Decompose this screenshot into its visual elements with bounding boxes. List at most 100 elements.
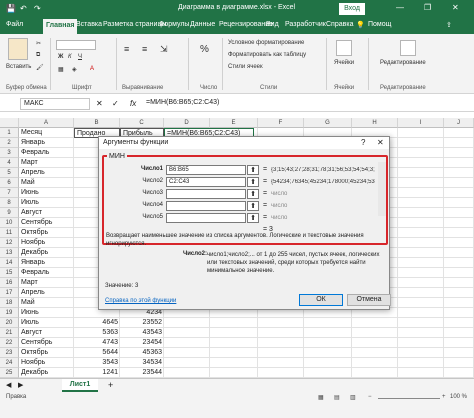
row-header[interactable]: 9 bbox=[0, 208, 19, 218]
sheet-tab-active[interactable]: Лист1 bbox=[62, 379, 98, 392]
format-painter-icon[interactable]: 🖌 bbox=[36, 64, 44, 71]
prev-sheet-icon[interactable]: ◀ bbox=[6, 381, 11, 389]
cell-a-15[interactable]: Февраль bbox=[19, 268, 74, 278]
cell-a-25[interactable]: Декабрь bbox=[19, 368, 74, 378]
row-header[interactable]: 12 bbox=[0, 238, 19, 248]
cell-b-20[interactable]: 4645 bbox=[74, 318, 120, 328]
cell-b-24[interactable]: 3543 bbox=[74, 358, 120, 368]
cell-styles-button[interactable]: Стили ячеек bbox=[228, 64, 263, 70]
tab-page-layout[interactable]: Разметка страницы bbox=[103, 21, 167, 28]
add-sheet-button[interactable]: + bbox=[108, 380, 113, 390]
cell-a-18[interactable]: Май bbox=[19, 298, 74, 308]
save-icon[interactable]: 💾 bbox=[6, 4, 16, 13]
row-header[interactable]: 16 bbox=[0, 278, 19, 288]
tab-home[interactable]: Главная bbox=[43, 19, 78, 34]
row-header[interactable]: 6 bbox=[0, 178, 19, 188]
collapse-dialog-icon[interactable]: ⬆ bbox=[247, 165, 259, 175]
cell-a-20[interactable]: Июль bbox=[19, 318, 74, 328]
font-name-box[interactable] bbox=[56, 40, 96, 50]
minimize-icon[interactable]: — bbox=[396, 3, 404, 12]
cell-b-21[interactable]: 5363 bbox=[74, 328, 120, 338]
collapse-dialog-icon[interactable]: ⬆ bbox=[247, 201, 259, 211]
row-header[interactable]: 8 bbox=[0, 198, 19, 208]
zoom-slider[interactable] bbox=[378, 398, 440, 399]
name-box[interactable]: МАКС bbox=[20, 98, 90, 110]
row-header[interactable]: 24 bbox=[0, 358, 19, 368]
tab-file[interactable]: Файл bbox=[6, 21, 23, 28]
column-header[interactable]: A bbox=[19, 118, 74, 128]
copy-icon[interactable]: ⧉ bbox=[36, 52, 40, 59]
help-search[interactable]: Помощ bbox=[368, 21, 391, 28]
tab-help[interactable]: Справка bbox=[326, 21, 353, 28]
row-header[interactable]: 11 bbox=[0, 228, 19, 238]
row-header[interactable]: 10 bbox=[0, 218, 19, 228]
tab-formulas[interactable]: Формулы bbox=[159, 21, 189, 28]
collapse-dialog-icon[interactable]: ⬆ bbox=[247, 189, 259, 199]
row-header[interactable]: 7 bbox=[0, 188, 19, 198]
row-header[interactable]: 5 bbox=[0, 168, 19, 178]
row-header[interactable]: 13 bbox=[0, 248, 19, 258]
zoom-level[interactable]: 100 % bbox=[450, 394, 467, 400]
align-center-icon[interactable]: ≡ bbox=[142, 44, 147, 54]
row-header[interactable]: 14 bbox=[0, 258, 19, 268]
column-header[interactable]: H bbox=[352, 118, 398, 128]
italic-button[interactable]: К bbox=[68, 54, 72, 60]
bold-button[interactable]: Ж bbox=[58, 54, 63, 60]
borders-icon[interactable]: ▦ bbox=[58, 66, 64, 73]
close-icon[interactable]: ✕ bbox=[377, 138, 384, 147]
row-header[interactable]: 4 bbox=[0, 158, 19, 168]
cells-icon[interactable] bbox=[336, 40, 352, 56]
redo-icon[interactable]: ↷ bbox=[34, 4, 41, 13]
cancel-icon[interactable]: ✕ bbox=[96, 99, 103, 108]
insert-function-icon[interactable]: fx bbox=[130, 99, 136, 108]
cell-c-25[interactable]: 23544 bbox=[120, 368, 164, 378]
cell-b-22[interactable]: 4743 bbox=[74, 338, 120, 348]
close-icon[interactable]: ✕ bbox=[452, 3, 459, 12]
arg-input[interactable] bbox=[166, 201, 246, 211]
cell-a-17[interactable]: Апрель bbox=[19, 288, 74, 298]
cell-a-2[interactable]: Январь bbox=[19, 138, 74, 148]
page-layout-icon[interactable]: ▤ bbox=[334, 394, 340, 401]
cell-a-8[interactable]: Июль bbox=[19, 198, 74, 208]
row-header[interactable]: 23 bbox=[0, 348, 19, 358]
column-header[interactable]: J bbox=[444, 118, 474, 128]
cancel-button[interactable]: Отмена bbox=[347, 294, 391, 306]
row-header[interactable]: 20 bbox=[0, 318, 19, 328]
column-header[interactable]: B bbox=[74, 118, 120, 128]
tab-review[interactable]: Рецензирование bbox=[219, 21, 273, 28]
cell-a-3[interactable]: Февраль bbox=[19, 148, 74, 158]
cell-a-19[interactable]: Июнь bbox=[19, 308, 74, 318]
tab-developer[interactable]: Разработчик bbox=[285, 21, 326, 28]
row-header[interactable]: 15 bbox=[0, 268, 19, 278]
arg-input[interactable] bbox=[166, 189, 246, 199]
percent-button[interactable]: % bbox=[200, 44, 209, 55]
wrap-text-icon[interactable]: ⇲ bbox=[160, 44, 168, 55]
cut-icon[interactable]: ✂ bbox=[36, 40, 41, 47]
select-all-corner[interactable] bbox=[0, 118, 19, 128]
paste-button[interactable]: Вставить bbox=[6, 64, 31, 70]
align-left-icon[interactable]: ≡ bbox=[124, 44, 129, 54]
arg-input[interactable] bbox=[166, 213, 246, 223]
cell-a-23[interactable]: Октябрь bbox=[19, 348, 74, 358]
function-help-link[interactable]: Справка по этой функции bbox=[105, 298, 176, 304]
row-header[interactable]: 19 bbox=[0, 308, 19, 318]
conditional-format-button[interactable]: Условное форматирование bbox=[228, 40, 304, 46]
arg-input[interactable]: B6:B65 bbox=[166, 165, 246, 175]
column-header[interactable]: E bbox=[210, 118, 258, 128]
cell-b-25[interactable]: 1241 bbox=[74, 368, 120, 378]
editing-icon[interactable] bbox=[400, 40, 416, 56]
row-header[interactable]: 3 bbox=[0, 148, 19, 158]
cell-c-20[interactable]: 23552 bbox=[120, 318, 164, 328]
tab-data[interactable]: Данные bbox=[190, 21, 215, 28]
cells-button[interactable]: Ячейки bbox=[334, 60, 354, 66]
formula-input[interactable]: =МИН(B6:B65;C2:C43) bbox=[146, 99, 219, 106]
collapse-dialog-icon[interactable]: ⬆ bbox=[247, 177, 259, 187]
row-header[interactable]: 18 bbox=[0, 298, 19, 308]
page-break-icon[interactable]: ▥ bbox=[350, 394, 356, 401]
column-header[interactable]: F bbox=[258, 118, 304, 128]
tab-insert[interactable]: Вставка bbox=[76, 21, 102, 28]
cell-c-22[interactable]: 23454 bbox=[120, 338, 164, 348]
column-header[interactable]: D bbox=[164, 118, 210, 128]
cell-a-14[interactable]: Январь bbox=[19, 258, 74, 268]
cell-a-21[interactable]: Август bbox=[19, 328, 74, 338]
